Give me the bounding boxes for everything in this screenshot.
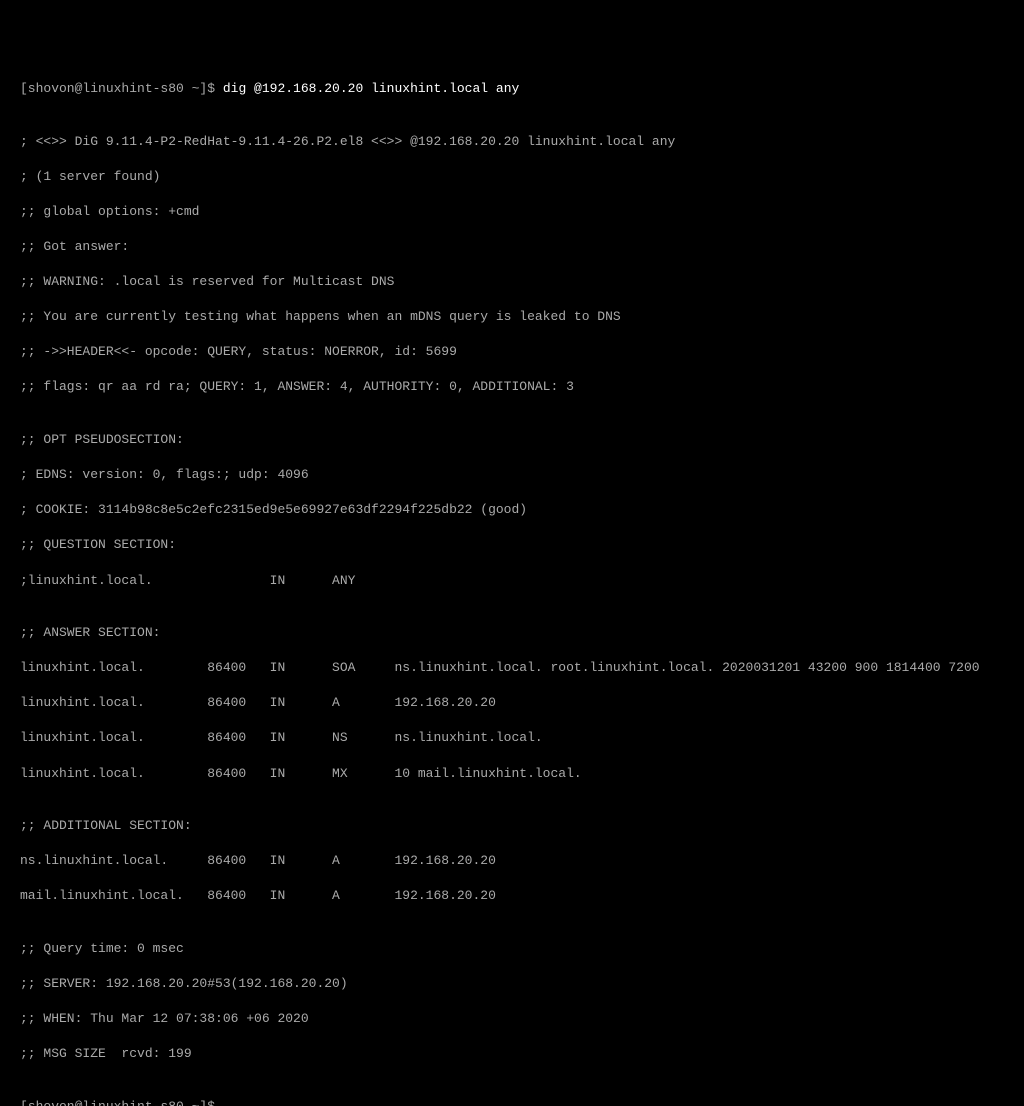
answer-record-a: linuxhint.local. 86400 IN A 192.168.20.2…: [20, 694, 1004, 712]
got-answer-line: ;; Got answer:: [20, 238, 1004, 256]
flags-line: ;; flags: qr aa rd ra; QUERY: 1, ANSWER:…: [20, 378, 1004, 396]
answer-record-soa: linuxhint.local. 86400 IN SOA ns.linuxhi…: [20, 659, 1004, 677]
server-line: ;; SERVER: 192.168.20.20#53(192.168.20.2…: [20, 975, 1004, 993]
warning-line: ;; WARNING: .local is reserved for Multi…: [20, 273, 1004, 291]
answer-record-mx: linuxhint.local. 86400 IN MX 10 mail.lin…: [20, 765, 1004, 783]
question-section-header: ;; QUESTION SECTION:: [20, 536, 1004, 554]
edns-line: ; EDNS: version: 0, flags:; udp: 4096: [20, 466, 1004, 484]
additional-record-mail: mail.linuxhint.local. 86400 IN A 192.168…: [20, 887, 1004, 905]
opt-pseudosection-header: ;; OPT PSEUDOSECTION:: [20, 431, 1004, 449]
answer-section-header: ;; ANSWER SECTION:: [20, 624, 1004, 642]
answer-record-ns: linuxhint.local. 86400 IN NS ns.linuxhin…: [20, 729, 1004, 747]
header-opcode-line: ;; ->>HEADER<<- opcode: QUERY, status: N…: [20, 343, 1004, 361]
msg-size-line: ;; MSG SIZE rcvd: 199: [20, 1045, 1004, 1063]
question-record: ;linuxhint.local. IN ANY: [20, 572, 1004, 590]
cookie-line: ; COOKIE: 3114b98c8e5c2efc2315ed9e5e6992…: [20, 501, 1004, 519]
shell-prompt: [shovon@linuxhint-s80 ~]$: [20, 81, 223, 96]
prompt-line-2[interactable]: [shovon@linuxhint-s80 ~]$: [20, 1098, 1004, 1106]
shell-prompt: [shovon@linuxhint-s80 ~]$: [20, 1099, 223, 1106]
additional-record-ns: ns.linuxhint.local. 86400 IN A 192.168.2…: [20, 852, 1004, 870]
additional-section-header: ;; ADDITIONAL SECTION:: [20, 817, 1004, 835]
dig-version-line: ; <<>> DiG 9.11.4-P2-RedHat-9.11.4-26.P2…: [20, 133, 1004, 151]
when-line: ;; WHEN: Thu Mar 12 07:38:06 +06 2020: [20, 1010, 1004, 1028]
global-options-line: ;; global options: +cmd: [20, 203, 1004, 221]
mdns-testing-line: ;; You are currently testing what happen…: [20, 308, 1004, 326]
prompt-line-1[interactable]: [shovon@linuxhint-s80 ~]$ dig @192.168.2…: [20, 80, 1004, 98]
query-time-line: ;; Query time: 0 msec: [20, 940, 1004, 958]
server-found-line: ; (1 server found): [20, 168, 1004, 186]
command-text: dig @192.168.20.20 linuxhint.local any: [223, 81, 519, 96]
